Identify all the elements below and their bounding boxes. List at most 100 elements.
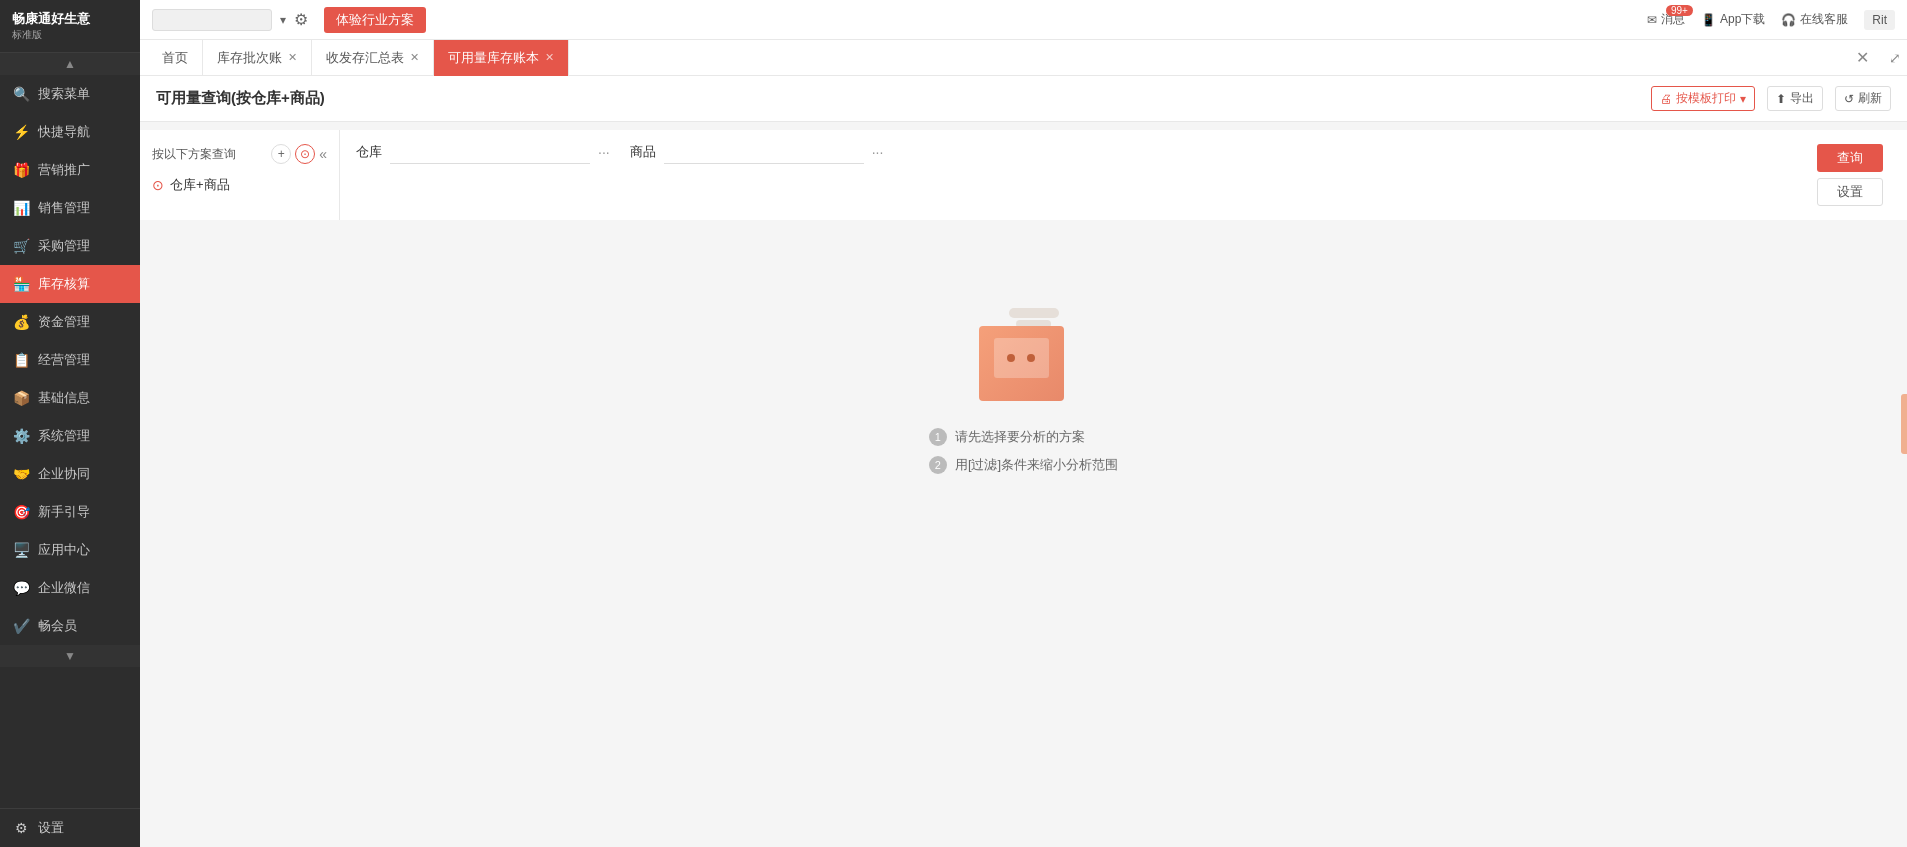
tabbar: 首页库存批次账✕收发存汇总表✕可用量库存账本✕ ✕ ⤢ (140, 40, 1907, 76)
warehouse-more-icon[interactable]: ··· (598, 144, 610, 160)
sidebar-item-销售管理[interactable]: 📊销售管理 (0, 189, 140, 227)
empty-hint-2: 2 用[过滤]条件来缩小分析范围 (929, 456, 1118, 474)
message-badge: 99+ (1666, 5, 1693, 16)
sidebar-icon-14: ✔️ (12, 618, 30, 634)
query-area: 按以下方案查询 + ⊙ « ⊙ 仓库+商品 仓库 ··· (140, 130, 1907, 220)
tab-close-1[interactable]: ✕ (288, 51, 297, 64)
query-btn[interactable]: 查询 (1817, 144, 1883, 172)
topbar-gear-icon[interactable]: ⚙ (294, 10, 308, 29)
settings-icon: ⚙ (12, 820, 30, 836)
trial-btn[interactable]: 体验行业方案 (324, 7, 426, 33)
tab-label-0: 首页 (162, 49, 188, 67)
sidebar-icon-0: 🔍 (12, 86, 30, 102)
sidebar-item-库存核算[interactable]: 🏪库存核算 (0, 265, 140, 303)
tab-3[interactable]: 可用量库存账本 ✕ (434, 40, 569, 76)
scheme-label: 仓库+商品 (170, 176, 230, 194)
export-btn[interactable]: ⬆ 导出 (1767, 86, 1823, 111)
sidebar-icon-11: 🎯 (12, 504, 30, 520)
sidebar-item-应用中心[interactable]: 🖥️应用中心 (0, 531, 140, 569)
query-sidebar-label: 按以下方案查询 (152, 146, 236, 163)
product-input[interactable] (664, 140, 864, 164)
page-content: 可用量查询(按仓库+商品) 🖨 按模板打印 ▾ ⬆ 导出 ↺ 刷新 (140, 76, 1907, 847)
expand-tabs-btn[interactable]: ⤢ (1883, 50, 1907, 66)
warehouse-field-group: 仓库 ··· (356, 140, 610, 164)
query-sidebar-actions: + ⊙ « (271, 144, 327, 164)
topbar: ▾ ⚙ 体验行业方案 ✉ 消息 99+ 📱 App下载 🎧 在线客服 Rit (140, 0, 1907, 40)
sidebar-item-新手引导[interactable]: 🎯新手引导 (0, 493, 140, 531)
sidebar-item-搜索菜单[interactable]: 🔍搜索菜单 (0, 75, 140, 113)
sidebar-icon-4: 🛒 (12, 238, 30, 254)
sidebar: 畅康通好生意 标准版 ▲ 🔍搜索菜单⚡快捷导航🎁营销推广📊销售管理🛒采购管理🏪库… (0, 0, 140, 847)
sidebar-item-营销推广[interactable]: 🎁营销推广 (0, 151, 140, 189)
sidebar-icon-8: 📦 (12, 390, 30, 406)
sidebar-item-畅会员[interactable]: ✔️畅会员 (0, 607, 140, 645)
tab-0[interactable]: 首页 (148, 40, 203, 76)
avatar[interactable]: Rit (1864, 10, 1895, 30)
tab-label-1: 库存批次账 (217, 49, 282, 67)
tab-1[interactable]: 库存批次账 ✕ (203, 40, 312, 76)
page-header: 可用量查询(按仓库+商品) 🖨 按模板打印 ▾ ⬆ 导出 ↺ 刷新 (140, 76, 1907, 122)
sidebar-item-采购管理[interactable]: 🛒采购管理 (0, 227, 140, 265)
sidebar-item-settings[interactable]: ⚙ 设置 (0, 808, 140, 847)
brand-tag: 标准版 (12, 28, 128, 42)
sidebar-icon-5: 🏪 (12, 276, 30, 292)
print-dropdown-icon: ▾ (1740, 92, 1746, 106)
sidebar-icon-10: 🤝 (12, 466, 30, 482)
sidebar-icon-2: 🎁 (12, 162, 30, 178)
tab-close-3[interactable]: ✕ (545, 51, 554, 64)
headset-icon: 🎧 (1781, 13, 1796, 27)
refresh-btn[interactable]: ↺ 刷新 (1835, 86, 1891, 111)
page-title: 可用量查询(按仓库+商品) (156, 89, 325, 108)
scroll-down[interactable]: ▼ (0, 645, 140, 667)
topbar-dropdown[interactable]: ▾ (280, 13, 286, 27)
tab-label-3: 可用量库存账本 (448, 49, 539, 67)
hint1-text: 请先选择要分析的方案 (955, 428, 1085, 446)
sidebar-icon-1: ⚡ (12, 124, 30, 140)
hint2-text: 用[过滤]条件来缩小分析范围 (955, 456, 1118, 474)
manage-scheme-btn[interactable]: ⊙ (295, 144, 315, 164)
export-icon: ⬆ (1776, 92, 1786, 106)
sidebar-item-快捷导航[interactable]: ⚡快捷导航 (0, 113, 140, 151)
sidebar-icon-13: 💬 (12, 580, 30, 596)
product-label: 商品 (630, 143, 656, 161)
right-scrollbar-hint (1901, 394, 1907, 454)
warehouse-input[interactable] (390, 140, 590, 164)
close-all-tabs-btn[interactable]: ✕ (1850, 48, 1875, 67)
online-service-btn[interactable]: 🎧 在线客服 (1781, 11, 1848, 28)
collapse-sidebar-icon[interactable]: « (319, 146, 327, 162)
product-field-group: 商品 ··· (630, 140, 884, 164)
sidebar-item-基础信息[interactable]: 📦基础信息 (0, 379, 140, 417)
query-sidebar: 按以下方案查询 + ⊙ « ⊙ 仓库+商品 (140, 130, 340, 220)
print-btn[interactable]: 🖨 按模板打印 ▾ (1651, 86, 1755, 111)
sidebar-icon-7: 📋 (12, 352, 30, 368)
scroll-up[interactable]: ▲ (0, 53, 140, 75)
message-btn[interactable]: ✉ 消息 99+ (1647, 11, 1685, 28)
phone-icon: 📱 (1701, 13, 1716, 27)
product-more-icon[interactable]: ··· (872, 144, 884, 160)
sidebar-item-资金管理[interactable]: 💰资金管理 (0, 303, 140, 341)
warehouse-label: 仓库 (356, 143, 382, 161)
topbar-search-input[interactable] (152, 9, 272, 31)
online-service-label: 在线客服 (1800, 11, 1848, 28)
tab-close-2[interactable]: ✕ (410, 51, 419, 64)
query-sidebar-header: 按以下方案查询 + ⊙ « (140, 140, 339, 168)
app-download-btn[interactable]: 📱 App下载 (1701, 11, 1765, 28)
main-area: ▾ ⚙ 体验行业方案 ✉ 消息 99+ 📱 App下载 🎧 在线客服 Rit 首… (140, 0, 1907, 847)
sidebar-item-经营管理[interactable]: 📋经营管理 (0, 341, 140, 379)
scheme-item[interactable]: ⊙ 仓库+商品 (140, 168, 339, 202)
empty-illustration (964, 308, 1084, 408)
sidebar-item-系统管理[interactable]: ⚙️系统管理 (0, 417, 140, 455)
add-scheme-btn[interactable]: + (271, 144, 291, 164)
app-download-label: App下载 (1720, 11, 1765, 28)
scheme-icon: ⊙ (152, 177, 164, 193)
tab-2[interactable]: 收发存汇总表✕ (312, 40, 434, 76)
sidebar-icon-3: 📊 (12, 200, 30, 216)
refresh-icon: ↺ (1844, 92, 1854, 106)
print-label: 按模板打印 (1676, 90, 1736, 107)
message-icon: ✉ (1647, 13, 1657, 27)
sidebar-item-企业微信[interactable]: 💬企业微信 (0, 569, 140, 607)
settings-btn[interactable]: 设置 (1817, 178, 1883, 206)
refresh-label: 刷新 (1858, 90, 1882, 107)
sidebar-item-企业协同[interactable]: 🤝企业协同 (0, 455, 140, 493)
page-header-actions: 🖨 按模板打印 ▾ ⬆ 导出 ↺ 刷新 (1651, 86, 1891, 111)
